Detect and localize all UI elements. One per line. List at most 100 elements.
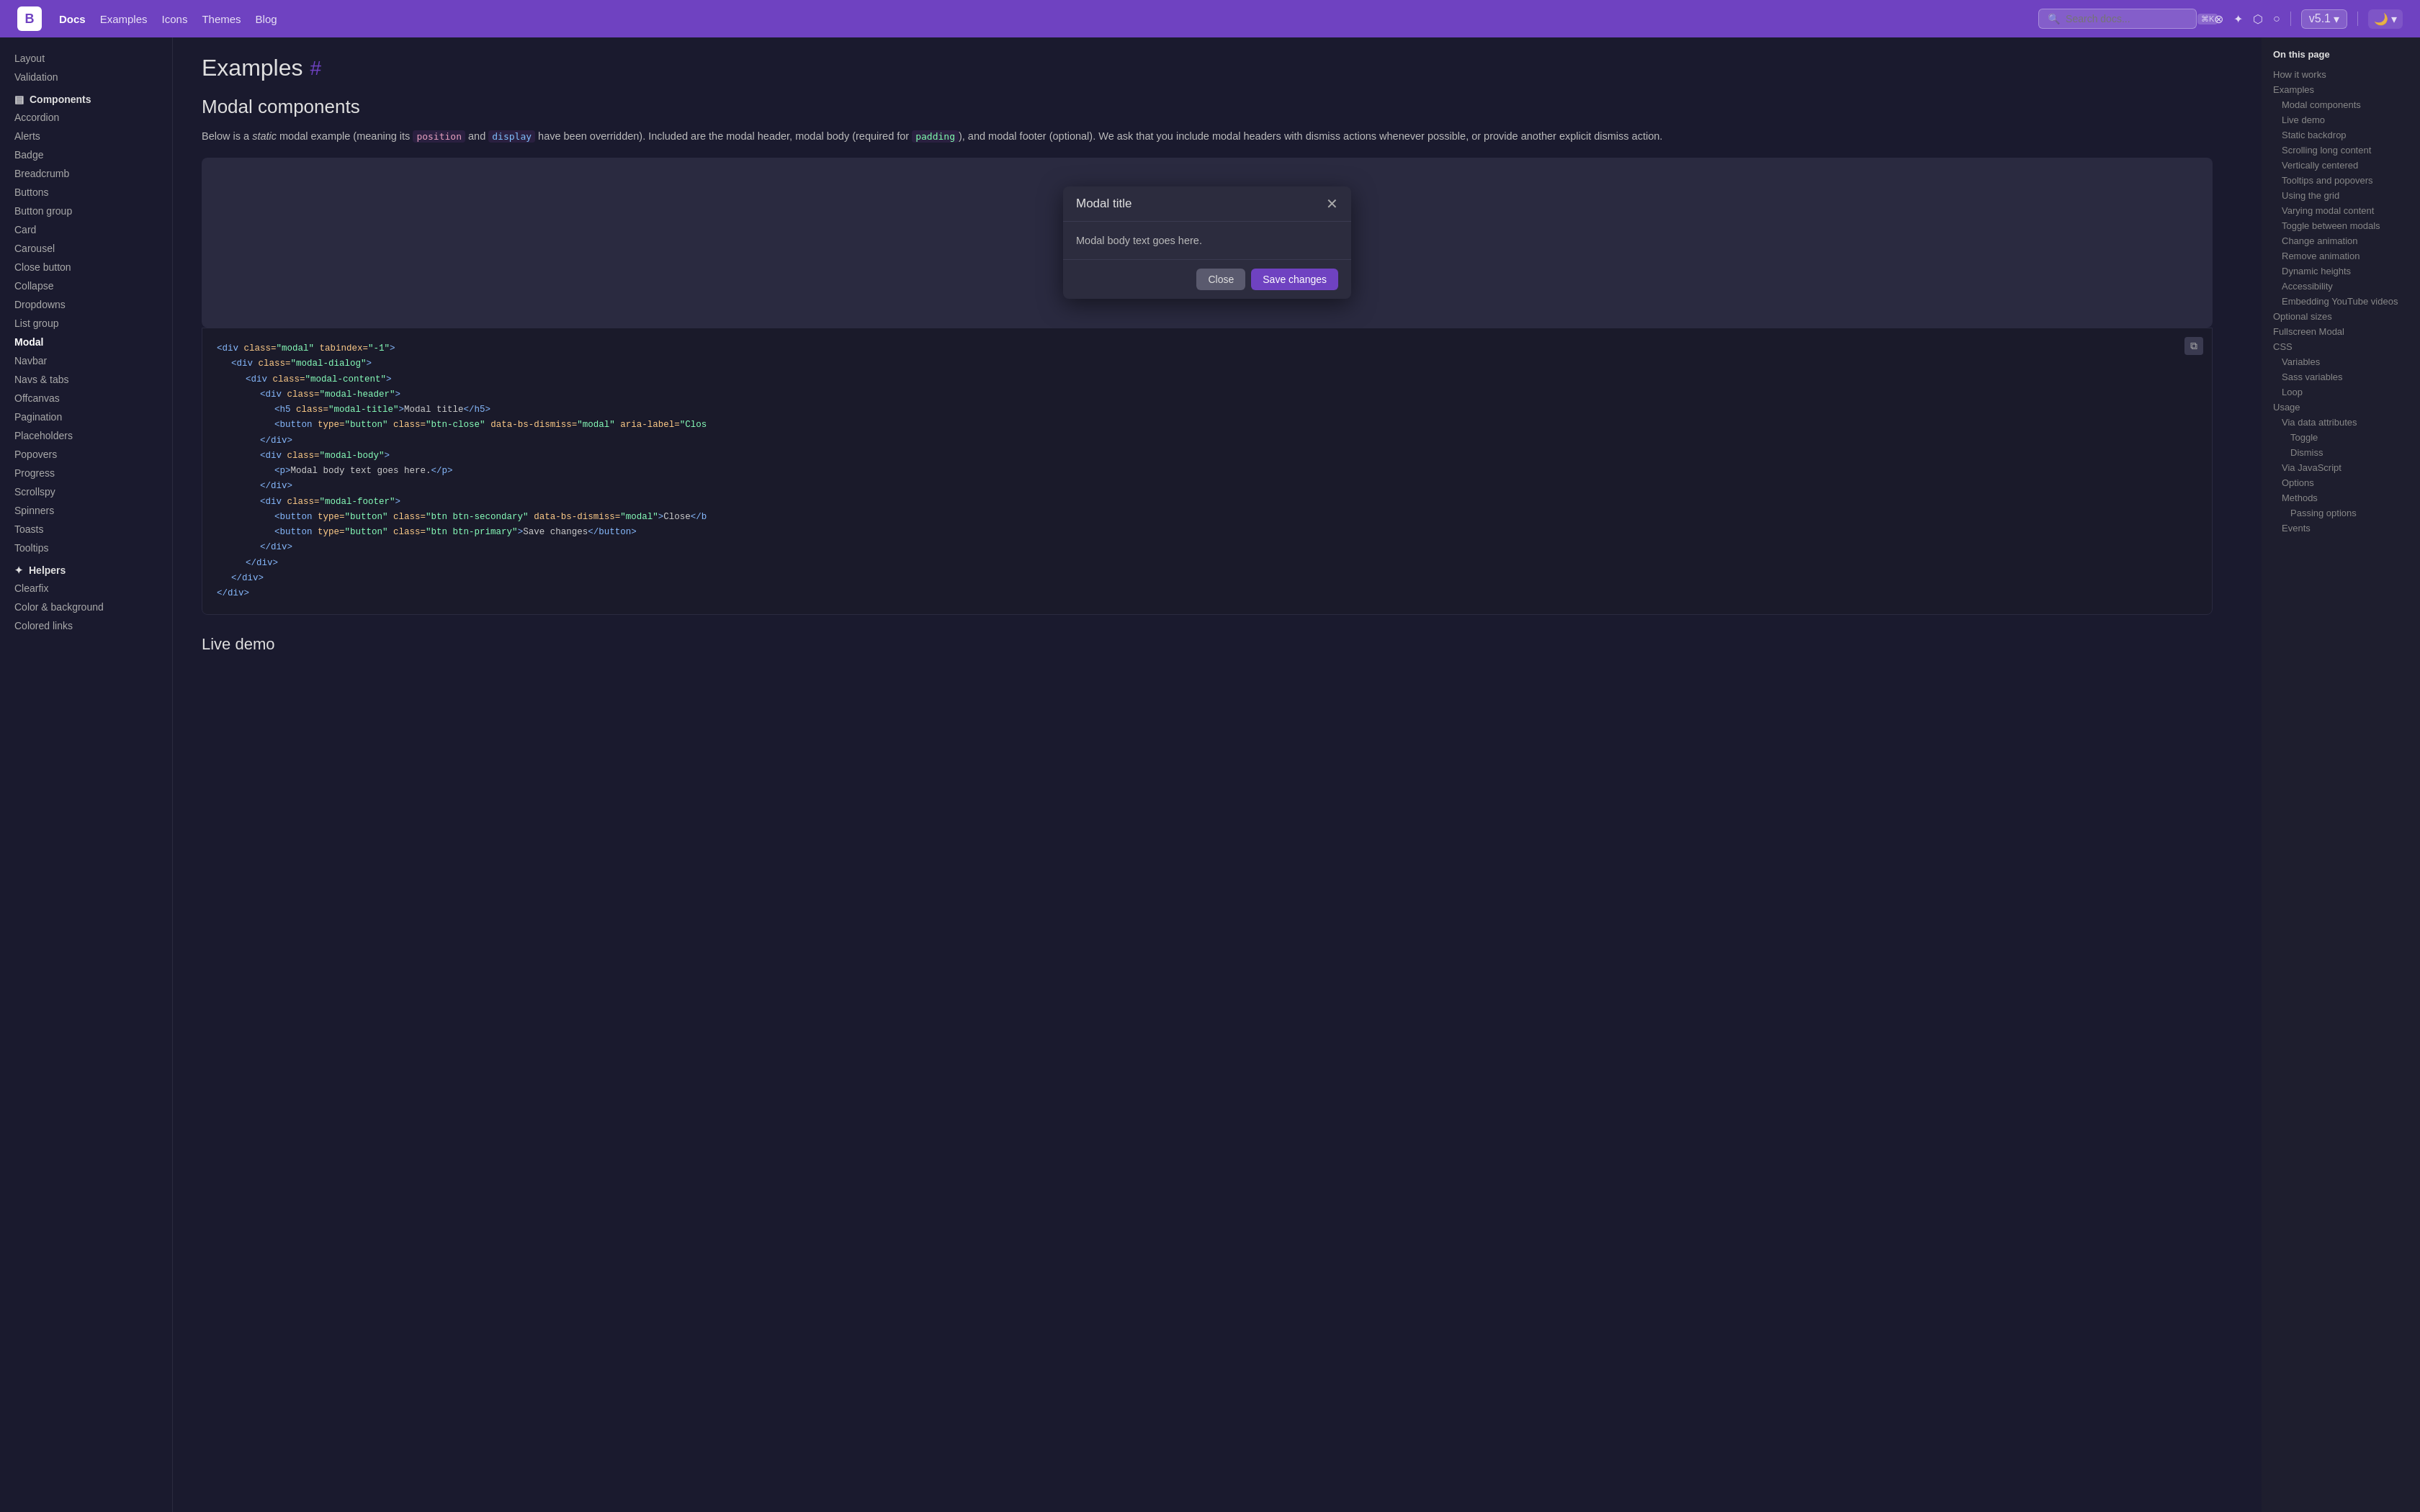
sidebar-item-tooltips[interactable]: Tooltips	[0, 539, 172, 557]
sidebar-item-close-button[interactable]: Close button	[0, 258, 172, 276]
sidebar-item-card[interactable]: Card	[0, 220, 172, 239]
sidebar-item-toasts[interactable]: Toasts	[0, 520, 172, 539]
navbar-search[interactable]: 🔍 ⌘K	[2038, 9, 2197, 29]
code-line-15: </div>	[217, 556, 2197, 571]
navbar-links: Docs Examples Icons Themes Blog	[59, 13, 277, 25]
theme-toggle[interactable]: 🌙 ▾	[2368, 9, 2403, 29]
components-icon: ▤	[14, 94, 24, 105]
sidebar-item-breadcrumb[interactable]: Breadcrumb	[0, 164, 172, 183]
nav-docs[interactable]: Docs	[59, 13, 86, 25]
rs-youtube[interactable]: Embedding YouTube videos	[2262, 294, 2420, 309]
rs-css[interactable]: CSS	[2262, 339, 2420, 354]
rs-toggle[interactable]: Toggle	[2262, 430, 2420, 445]
modal-footer: Close Save changes	[1063, 260, 1351, 299]
copy-button[interactable]: ⧉	[2184, 337, 2203, 355]
code-line-7: </div>	[217, 433, 2197, 449]
sidebar-item-carousel[interactable]: Carousel	[0, 239, 172, 258]
sidebar-item-badge[interactable]: Badge	[0, 145, 172, 164]
github-icon[interactable]: ⊗	[2214, 12, 2223, 26]
rs-grid[interactable]: Using the grid	[2262, 188, 2420, 203]
rs-sass-variables[interactable]: Sass variables	[2262, 369, 2420, 384]
rs-via-js[interactable]: Via JavaScript	[2262, 460, 2420, 475]
rs-usage[interactable]: Usage	[2262, 400, 2420, 415]
rs-remove-animation[interactable]: Remove animation	[2262, 248, 2420, 264]
sidebar-item-scrollspy[interactable]: Scrollspy	[0, 482, 172, 501]
sidebar-item-dropdowns[interactable]: Dropdowns	[0, 295, 172, 314]
rs-tooltips-popovers[interactable]: Tooltips and popovers	[2262, 173, 2420, 188]
sidebar-item-popovers[interactable]: Popovers	[0, 445, 172, 464]
sidebar-item-spinners[interactable]: Spinners	[0, 501, 172, 520]
nav-blog[interactable]: Blog	[256, 13, 277, 25]
rs-options[interactable]: Options	[2262, 475, 2420, 490]
code-line-9: <p>Modal body text goes here.</p>	[217, 464, 2197, 479]
search-input[interactable]	[2066, 13, 2192, 24]
sidebar-item-modal[interactable]: Modal	[0, 333, 172, 351]
rs-scrolling[interactable]: Scrolling long content	[2262, 143, 2420, 158]
sidebar-item-alerts[interactable]: Alerts	[0, 127, 172, 145]
modal-components-heading: Modal components	[202, 96, 2213, 118]
sidebar-item-buttons[interactable]: Buttons	[0, 183, 172, 202]
live-demo-heading: Live demo	[202, 635, 2213, 654]
rs-live-demo[interactable]: Live demo	[2262, 112, 2420, 127]
rs-how-it-works[interactable]: How it works	[2262, 67, 2420, 82]
sidebar-item-colored-links[interactable]: Colored links	[0, 616, 172, 635]
slack-icon[interactable]: ⬡	[2253, 12, 2263, 26]
rs-events[interactable]: Events	[2262, 521, 2420, 536]
rs-dynamic-heights[interactable]: Dynamic heights	[2262, 264, 2420, 279]
modal-dialog: Modal title ✕ Modal body text goes here.…	[1063, 186, 1351, 299]
rs-fullscreen-modal[interactable]: Fullscreen Modal	[2262, 324, 2420, 339]
rs-variables[interactable]: Variables	[2262, 354, 2420, 369]
nav-examples[interactable]: Examples	[100, 13, 148, 25]
divider2	[2357, 12, 2358, 26]
rs-via-data[interactable]: Via data attributes	[2262, 415, 2420, 430]
sidebar-section-components: ▤ Components	[0, 86, 172, 108]
sidebar-item-navs-tabs[interactable]: Navs & tabs	[0, 370, 172, 389]
sidebar-item-clearfix[interactable]: Clearfix	[0, 579, 172, 598]
sidebar-item-list-group[interactable]: List group	[0, 314, 172, 333]
code-line-17: </div>	[217, 586, 2197, 601]
navbar: B Docs Examples Icons Themes Blog 🔍 ⌘K ⊗…	[0, 0, 2420, 37]
version-badge[interactable]: v5.1 ▾	[2301, 9, 2347, 29]
code-line-2: <div class="modal-dialog">	[217, 356, 2197, 372]
nav-themes[interactable]: Themes	[202, 13, 241, 25]
twitter-icon[interactable]: ✦	[2233, 12, 2243, 26]
rs-examples[interactable]: Examples	[2262, 82, 2420, 97]
code-line-11: <div class="modal-footer">	[217, 495, 2197, 510]
sidebar-item-pagination[interactable]: Pagination	[0, 408, 172, 426]
sidebar-item-collapse[interactable]: Collapse	[0, 276, 172, 295]
navbar-brand[interactable]: B	[17, 6, 42, 31]
sidebar-item-layout[interactable]: Layout	[0, 49, 172, 68]
rs-static-backdrop[interactable]: Static backdrop	[2262, 127, 2420, 143]
rs-vertically-centered[interactable]: Vertically centered	[2262, 158, 2420, 173]
sidebar-item-progress[interactable]: Progress	[0, 464, 172, 482]
rs-toggle-modals[interactable]: Toggle between modals	[2262, 218, 2420, 233]
modal-header: Modal title ✕	[1063, 186, 1351, 222]
rs-methods[interactable]: Methods	[2262, 490, 2420, 505]
sidebar-item-placeholders[interactable]: Placeholders	[0, 426, 172, 445]
modal-close-button[interactable]: ✕	[1326, 197, 1338, 211]
sidebar-item-navbar[interactable]: Navbar	[0, 351, 172, 370]
nav-icons[interactable]: Icons	[162, 13, 188, 25]
rs-passing-options[interactable]: Passing options	[2262, 505, 2420, 521]
open-collective-icon[interactable]: ○	[2273, 12, 2280, 25]
divider	[2290, 12, 2291, 26]
sidebar-item-color-bg[interactable]: Color & background	[0, 598, 172, 616]
code-line-4: <div class="modal-header">	[217, 387, 2197, 402]
sidebar-item-accordion[interactable]: Accordion	[0, 108, 172, 127]
sidebar-item-validation[interactable]: Validation	[0, 68, 172, 86]
rs-dismiss[interactable]: Dismiss	[2262, 445, 2420, 460]
rs-loop[interactable]: Loop	[2262, 384, 2420, 400]
save-changes-button[interactable]: Save changes	[1251, 269, 1338, 290]
content-area: Examples # Modal components Below is a s…	[173, 37, 2247, 1512]
rs-optional-sizes[interactable]: Optional sizes	[2262, 309, 2420, 324]
rs-change-animation[interactable]: Change animation	[2262, 233, 2420, 248]
page-title-hash[interactable]: #	[310, 57, 322, 80]
rs-accessibility[interactable]: Accessibility	[2262, 279, 2420, 294]
sidebar-item-offcanvas[interactable]: Offcanvas	[0, 389, 172, 408]
rs-modal-components[interactable]: Modal components	[2262, 97, 2420, 112]
close-button[interactable]: Close	[1196, 269, 1245, 290]
sidebar-item-button-group[interactable]: Button group	[0, 202, 172, 220]
code-line-12: <button type="button" class="btn btn-sec…	[217, 510, 2197, 525]
code-line-3: <div class="modal-content">	[217, 372, 2197, 387]
rs-varying-content[interactable]: Varying modal content	[2262, 203, 2420, 218]
